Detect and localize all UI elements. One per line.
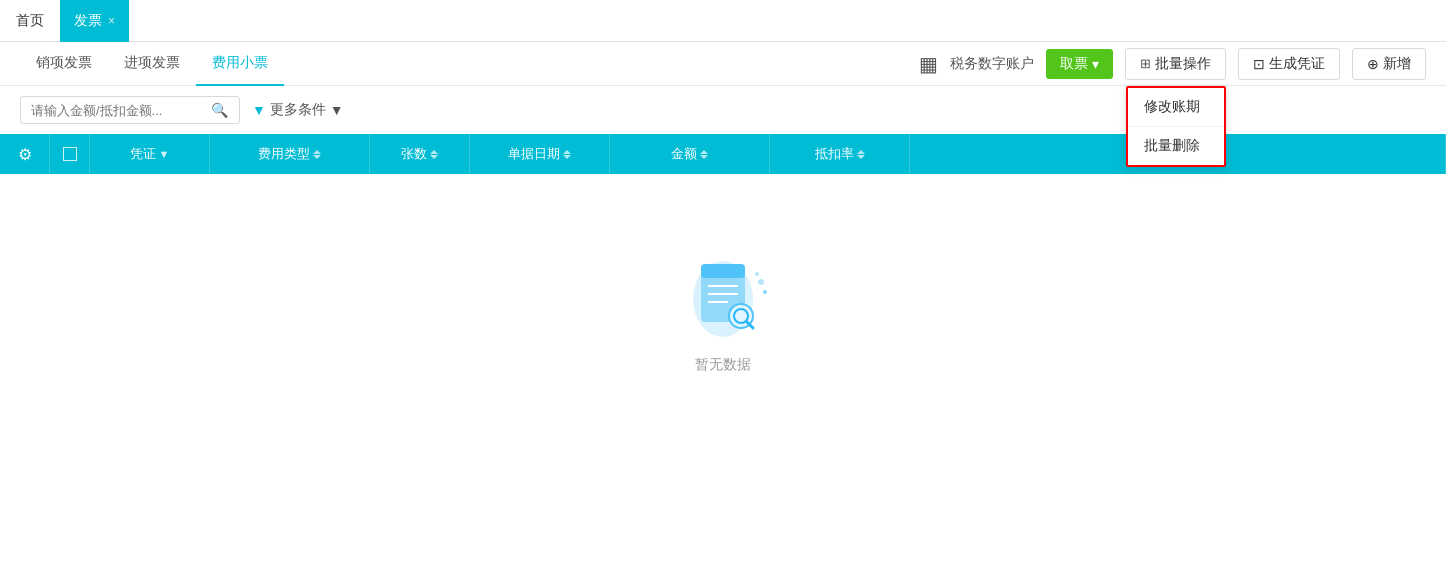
empty-state: 暂无数据 (0, 174, 1446, 454)
more-filter-button[interactable]: ▼ 更多条件 ▼ (252, 101, 344, 119)
svg-point-9 (758, 279, 764, 285)
svg-line-8 (747, 322, 753, 328)
invoice-tab-label: 发票 (74, 12, 102, 30)
top-bar: 首页 发票 × (0, 0, 1446, 42)
sub-nav-tabs: 销项发票 进项发票 费用小票 (20, 42, 284, 85)
search-icon: 🔍 (211, 102, 228, 118)
filter-funnel-icon: ▼ (252, 102, 266, 118)
th-amount: 金额 (610, 134, 770, 174)
svg-point-10 (763, 290, 767, 294)
tax-account-button[interactable]: 税务数字账户 (950, 55, 1034, 73)
main-content: 销项发票 进项发票 费用小票 ▦ 税务数字账户 取票 ▾ ⊞ 批量操作 (0, 42, 1446, 584)
select-all-checkbox[interactable] (63, 147, 77, 161)
amount-sort-icon[interactable] (700, 150, 708, 159)
gen-voucher-icon: ⊡ (1253, 56, 1265, 72)
gen-voucher-label: 生成凭证 (1269, 55, 1325, 73)
voucher-filter-icon[interactable]: ▼ (159, 148, 170, 160)
close-icon[interactable]: × (108, 14, 115, 28)
batch-op-label: 批量操作 (1155, 55, 1211, 73)
batch-op-button[interactable]: ⊞ 批量操作 (1125, 48, 1226, 80)
new-label: 新增 (1383, 55, 1411, 73)
gen-voucher-button[interactable]: ⊡ 生成凭证 (1238, 48, 1340, 80)
new-button[interactable]: ⊕ 新增 (1352, 48, 1426, 80)
date-sort-icon[interactable] (563, 150, 571, 159)
th-voucher: 凭证 ▼ (90, 134, 210, 174)
tab-sales-invoice[interactable]: 销项发票 (20, 42, 108, 86)
count-sort-icon[interactable] (430, 150, 438, 159)
take-ticket-label: 取票 (1060, 55, 1088, 73)
search-input[interactable] (31, 103, 211, 118)
invoice-tab[interactable]: 发票 × (60, 0, 129, 42)
gear-icon: ⚙ (18, 145, 32, 164)
dropdown-item-batch-delete[interactable]: 批量删除 (1128, 127, 1224, 165)
batch-op-dropdown: 修改账期 批量删除 (1126, 86, 1226, 167)
search-input-wrapper[interactable]: 🔍 (20, 96, 240, 124)
tab-input-invoice[interactable]: 进项发票 (108, 42, 196, 86)
th-expense-type: 费用类型 (210, 134, 370, 174)
expense-type-sort-icon[interactable] (313, 150, 321, 159)
dropdown-item-modify-period[interactable]: 修改账期 (1128, 88, 1224, 126)
qr-button[interactable]: ▦ (919, 52, 938, 76)
empty-icon (673, 254, 773, 344)
th-checkbox[interactable] (50, 134, 90, 174)
empty-state-text: 暂无数据 (695, 356, 751, 374)
new-icon: ⊕ (1367, 56, 1379, 72)
search-bar: 🔍 ▼ 更多条件 ▼ (0, 86, 1446, 134)
table-header: ⚙ 凭证 ▼ 费用类型 张数 单据日期 (0, 134, 1446, 174)
tab-expense-receipt[interactable]: 费用小票 (196, 42, 284, 86)
qr-icon: ▦ (919, 52, 938, 76)
take-ticket-dropdown-icon: ▾ (1092, 56, 1099, 72)
th-deduct-rate: 抵扣率 (770, 134, 910, 174)
home-tab[interactable]: 首页 (0, 12, 60, 30)
th-date: 单据日期 (470, 134, 610, 174)
sub-nav: 销项发票 进项发票 费用小票 ▦ 税务数字账户 取票 ▾ ⊞ 批量操作 (0, 42, 1446, 86)
batch-op-icon: ⊞ (1140, 56, 1151, 71)
svg-point-11 (755, 272, 759, 276)
more-filter-chevron: ▼ (330, 102, 344, 118)
svg-rect-2 (701, 264, 745, 278)
sub-nav-actions: ▦ 税务数字账户 取票 ▾ ⊞ 批量操作 修改账期 批量删除 ⊡ (919, 48, 1426, 80)
batch-op-wrapper: ⊞ 批量操作 修改账期 批量删除 (1125, 48, 1226, 80)
more-filter-label: 更多条件 (270, 101, 326, 119)
th-count: 张数 (370, 134, 470, 174)
th-gear[interactable]: ⚙ (0, 134, 50, 174)
deduct-rate-sort-icon[interactable] (857, 150, 865, 159)
take-ticket-button[interactable]: 取票 ▾ (1046, 49, 1113, 79)
